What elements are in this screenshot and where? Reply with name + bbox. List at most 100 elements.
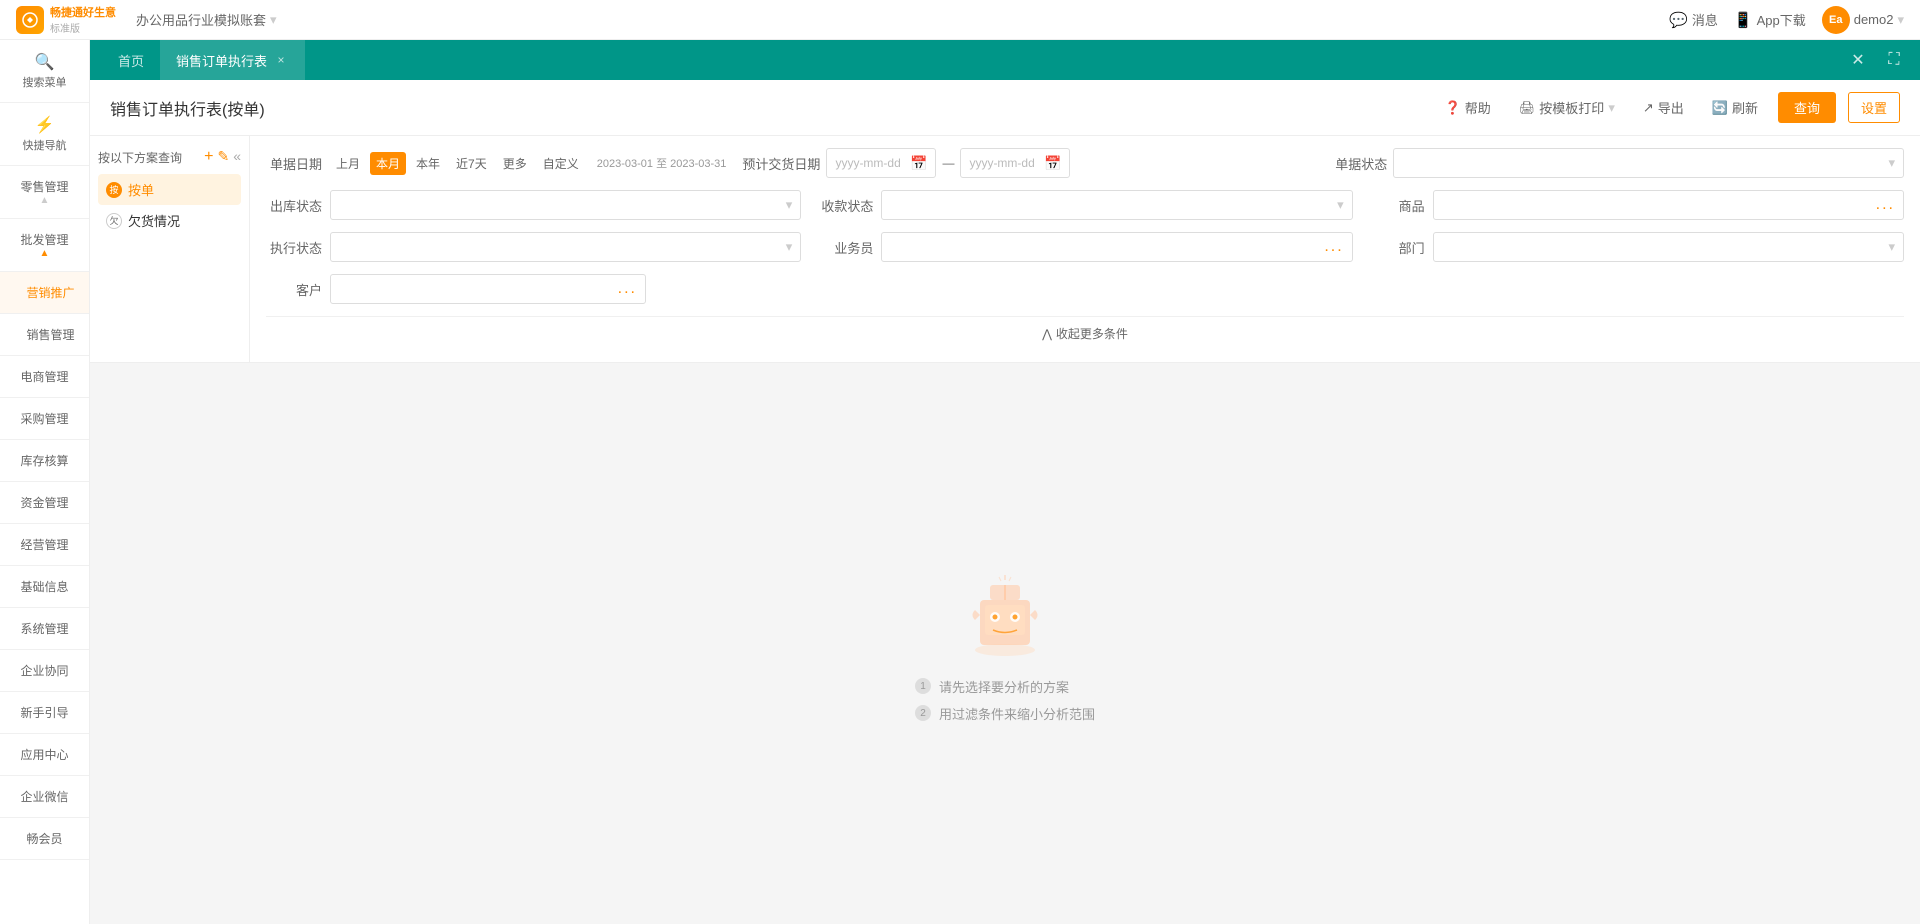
help-icon: ❓ (1445, 100, 1461, 116)
select-arrow-icon: ▾ (1888, 239, 1895, 255)
calendar-icon-to[interactable]: 📅 (1044, 155, 1061, 172)
customer-more-icon[interactable]: ... (618, 280, 637, 298)
status-select[interactable]: ▾ (1393, 148, 1904, 178)
filter-row-2: 出库状态 ▾ 收款状态 ▾ (266, 190, 1904, 220)
collapse-more-button[interactable]: ⋀ 收起更多条件 (266, 316, 1904, 350)
receipt-status-select[interactable]: ▾ (881, 190, 1352, 220)
main-layout: 🔍 搜索菜单 ⚡ 快捷导航 零售管理 ▲ 批发管理 ▲ 营销推广 销售管理 电商… (0, 40, 1920, 924)
sidebar-item-label: 应用中心 (20, 746, 68, 763)
sidebar-item-search[interactable]: 🔍 搜索菜单 (0, 40, 89, 103)
sidebar-item-label: 系统管理 (20, 620, 68, 637)
sidebar-item-label: 经营管理 (20, 536, 68, 553)
sidebar-item-quick-nav[interactable]: ⚡ 快捷导航 (0, 103, 89, 166)
sidebar-item-operation[interactable]: 经营管理 (0, 524, 89, 566)
tab-sales-order[interactable]: 销售订单执行表 × (160, 40, 305, 80)
sidebar-item-label: 电商管理 (20, 368, 68, 385)
print-dropdown-icon[interactable]: ▾ (1608, 100, 1615, 116)
empty-tips: 1 请先选择要分析的方案 2 用过滤条件来缩小分析范围 (915, 677, 1095, 723)
avatar: Ea (1822, 6, 1850, 34)
filter-main: 单据日期 上月 本月 本年 近7天 更多 自定义 2023-03-01 至 20… (250, 136, 1920, 362)
scheme-item-1[interactable]: 按 按单 (98, 174, 241, 205)
collapse-icon: ⋀ (1042, 327, 1052, 341)
goods-select[interactable]: ... (1433, 190, 1904, 220)
help-button[interactable]: ❓ 帮助 (1437, 94, 1499, 121)
expected-date-from[interactable]: yyyy-mm-dd 📅 (826, 148, 936, 178)
logo-area: 畅捷通好生意 标准版 (16, 4, 116, 35)
collapse-sidebar-button[interactable]: « (233, 148, 241, 166)
sidebar-item-marketing[interactable]: 营销推广 (0, 272, 89, 314)
sidebar-item-corp-wechat[interactable]: 企业微信 (0, 776, 89, 818)
cur-month-tab[interactable]: 本月 (370, 152, 406, 175)
app-download-button[interactable]: 📱 App下载 (1734, 10, 1806, 29)
filter-sidebar-header: 按以下方案查询 + ✎ « (98, 148, 241, 166)
salesperson-more-icon[interactable]: ... (1324, 238, 1343, 256)
sidebar-item-wholesale[interactable]: 批发管理 ▲ (0, 219, 89, 272)
calendar-icon-from[interactable]: 📅 (910, 155, 927, 172)
close-window-button[interactable]: ✕ (1844, 46, 1872, 74)
tab-bar-actions: ✕ ⛶ (1844, 46, 1908, 74)
sidebar-item-ecommerce[interactable]: 电商管理 (0, 356, 89, 398)
dept-field: 部门 ▾ (1369, 232, 1904, 262)
page-header: 销售订单执行表(按单) ❓ 帮助 🖨 按模板打印 ▾ ↗ 导出 (90, 80, 1920, 136)
user-menu[interactable]: Ea demo2 ▾ (1822, 6, 1904, 34)
prev-month-tab[interactable]: 上月 (330, 152, 366, 175)
sidebar-item-apps[interactable]: 应用中心 (0, 734, 89, 776)
scheme-item-2[interactable]: 欠 欠货情况 (98, 205, 241, 236)
sidebar-item-newbie[interactable]: 新手引导 (0, 692, 89, 734)
expected-date-field: 预计交货日期 yyyy-mm-dd 📅 — yyyy-mm-dd 📅 (742, 148, 1315, 178)
receipt-status-field: 收款状态 ▾ (817, 190, 1352, 220)
sidebar-item-purchase[interactable]: 采购管理 (0, 398, 89, 440)
sidebar-item-label: 新手引导 (20, 704, 68, 721)
exec-status-field: 执行状态 ▾ (266, 232, 801, 262)
tab-bar: 首页 销售订单执行表 × ✕ ⛶ (90, 40, 1920, 80)
empty-illustration (955, 565, 1055, 665)
select-arrow-icon: ▾ (786, 197, 793, 213)
content-area: 销售订单执行表(按单) ❓ 帮助 🖨 按模板打印 ▾ ↗ 导出 (90, 80, 1920, 924)
7days-tab[interactable]: 近7天 (450, 152, 493, 175)
sidebar-item-finance[interactable]: 资金管理 (0, 482, 89, 524)
select-arrow-icon: ▾ (1888, 155, 1895, 171)
cur-year-tab[interactable]: 本年 (410, 152, 446, 175)
customer-select[interactable]: ... (330, 274, 646, 304)
print-button[interactable]: 🖨 按模板打印 ▾ (1511, 94, 1623, 121)
maximize-button[interactable]: ⛶ (1880, 46, 1908, 74)
sidebar-item-basic[interactable]: 基础信息 (0, 566, 89, 608)
dept-select[interactable]: ▾ (1433, 232, 1904, 262)
sidebar-item-label: 资金管理 (20, 494, 68, 511)
salesperson-field: 业务员 ... (817, 232, 1352, 262)
query-button[interactable]: 查询 (1778, 92, 1836, 123)
header-left: 畅捷通好生意 标准版 办公用品行业模拟账套 ▾ (16, 4, 277, 35)
message-button[interactable]: 💬 消息 (1669, 10, 1718, 29)
refresh-button[interactable]: 🔄 刷新 (1704, 94, 1766, 121)
tab-close-icon[interactable]: × (273, 52, 289, 68)
tab-home[interactable]: 首页 (102, 40, 160, 80)
salesperson-select[interactable]: ... (881, 232, 1352, 262)
sidebar-item-label: 企业微信 (20, 788, 68, 805)
expand-icon: ▲ (40, 195, 50, 206)
sidebar-item-enterprise[interactable]: 企业协同 (0, 650, 89, 692)
settings-button[interactable]: 设置 (1848, 92, 1900, 123)
sidebar-item-label: 快捷导航 (23, 137, 67, 153)
edit-scheme-button[interactable]: ✎ (217, 148, 229, 166)
sidebar-item-system[interactable]: 系统管理 (0, 608, 89, 650)
breadcrumb-dropdown-icon[interactable]: ▾ (270, 12, 277, 28)
sidebar-item-label: 营销推广 (26, 284, 74, 301)
custom-tab[interactable]: 自定义 (537, 152, 585, 175)
sidebar-item-inventory[interactable]: 库存核算 (0, 440, 89, 482)
out-status-select[interactable]: ▾ (330, 190, 801, 220)
empty-state: 1 请先选择要分析的方案 2 用过滤条件来缩小分析范围 (90, 363, 1920, 924)
goods-more-icon[interactable]: ... (1876, 196, 1895, 214)
exec-status-select[interactable]: ▾ (330, 232, 801, 262)
export-button[interactable]: ↗ 导出 (1635, 94, 1692, 121)
header-right: 💬 消息 📱 App下载 Ea demo2 ▾ (1669, 6, 1904, 34)
print-icon: 🖨 (1519, 100, 1536, 116)
sidebar-item-retail[interactable]: 零售管理 ▲ (0, 166, 89, 219)
add-scheme-button[interactable]: + (204, 148, 213, 166)
sidebar-item-member[interactable]: 畅会员 (0, 818, 89, 860)
sidebar-item-label: 采购管理 (20, 410, 68, 427)
more-tab[interactable]: 更多 (497, 152, 533, 175)
page-actions: ❓ 帮助 🖨 按模板打印 ▾ ↗ 导出 🔄 刷新 (1437, 92, 1900, 123)
expected-date-to[interactable]: yyyy-mm-dd 📅 (960, 148, 1070, 178)
message-icon: 💬 (1669, 11, 1688, 29)
sidebar-item-sales[interactable]: 销售管理 (0, 314, 89, 356)
